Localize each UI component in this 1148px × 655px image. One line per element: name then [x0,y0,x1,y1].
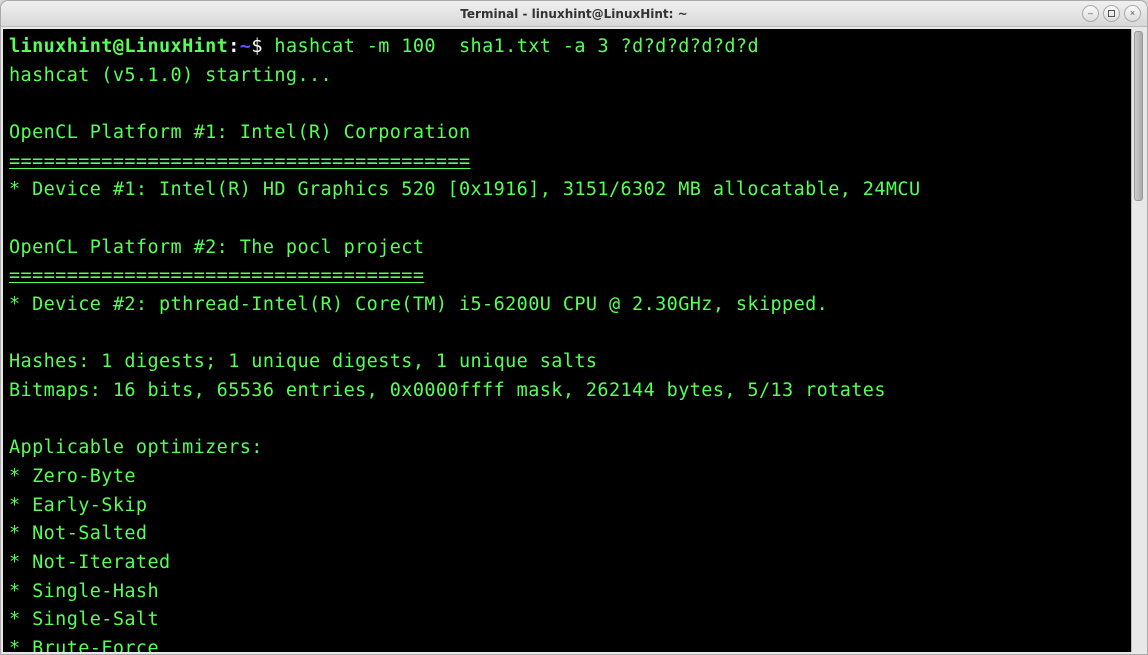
maximize-button[interactable] [1103,5,1120,22]
scrollbar[interactable] [1131,29,1145,652]
scrollbar-thumb[interactable] [1134,31,1143,201]
window-title: Terminal - linuxhint@LinuxHint: ~ [460,7,687,21]
close-button[interactable]: × [1124,5,1141,22]
terminal-container: linuxhint@LinuxHint:~$ hashcat -m 100 sh… [3,29,1145,652]
window-controls: – × [1082,5,1141,22]
terminal-output[interactable]: linuxhint@LinuxHint:~$ hashcat -m 100 sh… [3,29,1131,652]
terminal-window: Terminal - linuxhint@LinuxHint: ~ – × li… [0,0,1148,655]
minimize-button[interactable]: – [1082,5,1099,22]
titlebar[interactable]: Terminal - linuxhint@LinuxHint: ~ – × [1,1,1147,27]
